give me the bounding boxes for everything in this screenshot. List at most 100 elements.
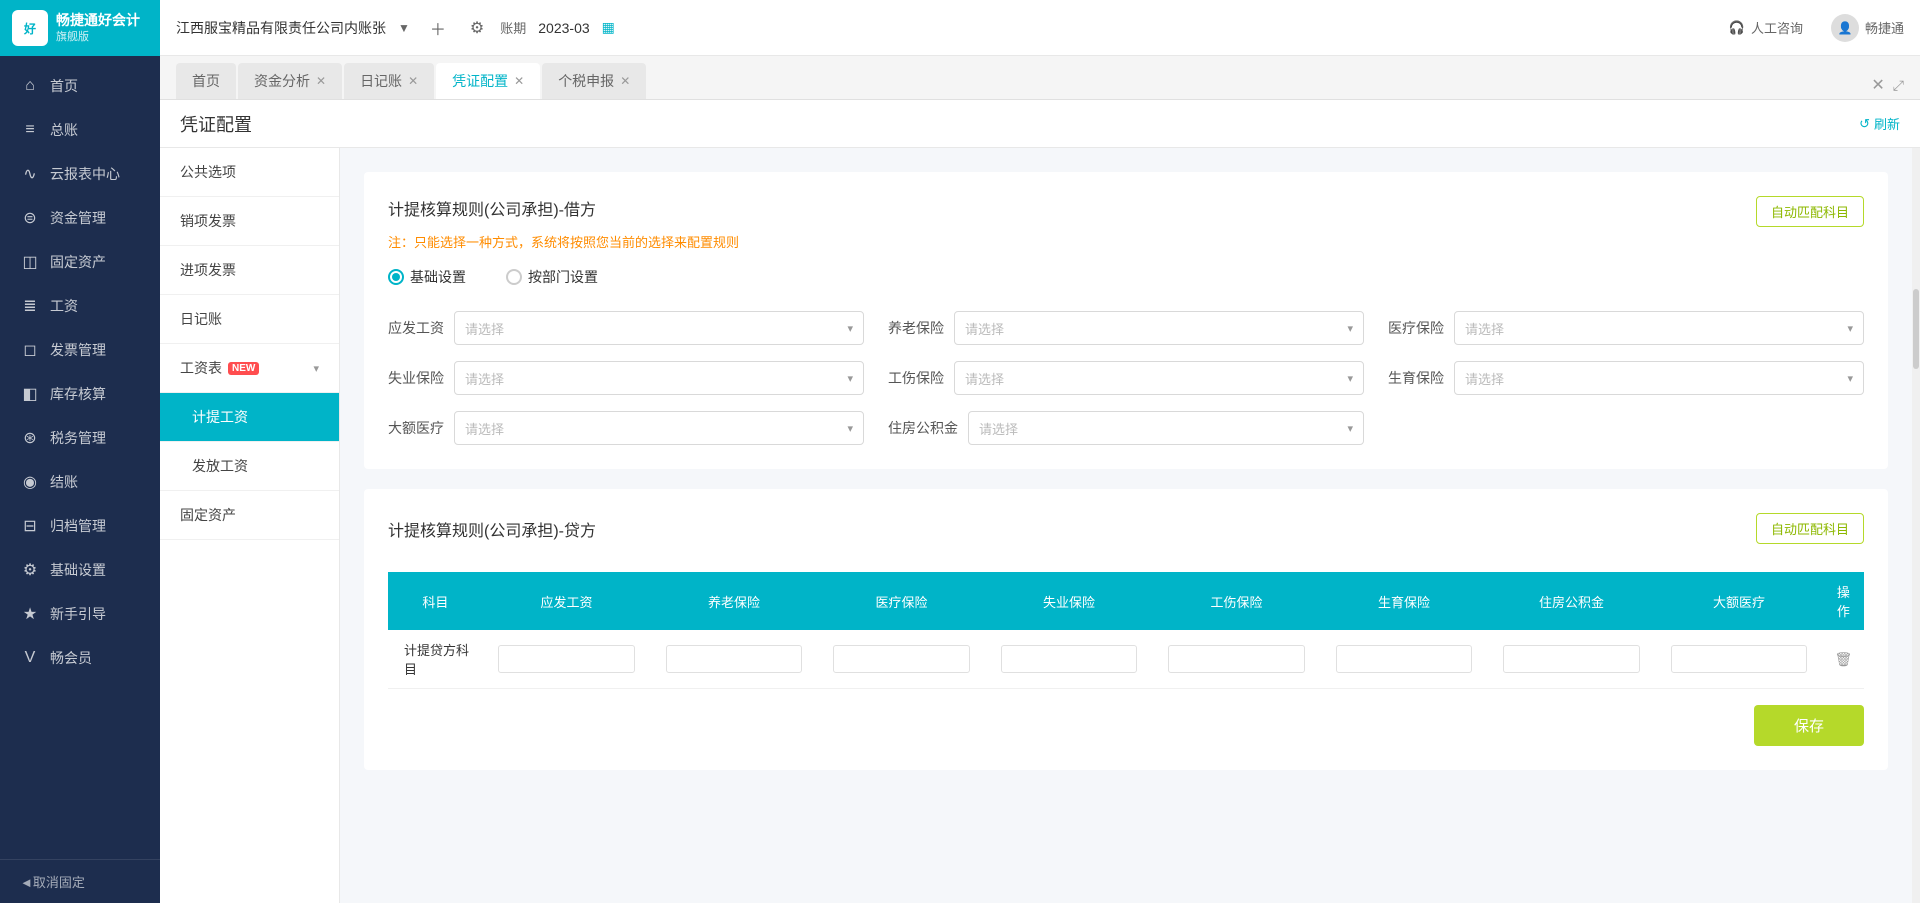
label-zfgjj: 住房公积金 xyxy=(888,418,958,438)
left-nav: 公共选项 销项发票 进项发票 日记账 工资表 NEW ▾ 计提工资 发放工资 固… xyxy=(160,148,340,903)
nav-item-purchase[interactable]: 进项发票 xyxy=(160,246,339,295)
sidebar-item-tax[interactable]: ⊛ 税务管理 xyxy=(0,416,160,460)
select-yfgz[interactable]: 请选择 ▾ xyxy=(454,311,864,345)
select-gsbx[interactable]: 请选择 ▾ xyxy=(954,361,1364,395)
select-ylbx2[interactable]: 请选择 ▾ xyxy=(1454,311,1864,345)
cell-gsbx[interactable] xyxy=(1153,630,1321,689)
tab-home[interactable]: 首页 xyxy=(176,63,236,99)
sidebar-item-settings-label: 基础设置 xyxy=(50,560,106,580)
expand-icon[interactable]: ⤢ xyxy=(1893,77,1904,94)
company-dropdown-icon[interactable]: ▼ xyxy=(398,21,410,35)
sidebar-nav: ⌂ 首页 ≡ 总账 ∿ 云报表中心 ⊜ 资金管理 ◫ 固定资产 ≣ 工资 ◻ 发… xyxy=(0,56,160,859)
nav-item-sales[interactable]: 销项发票 xyxy=(160,197,339,246)
tab-tax[interactable]: 个税申报 ✕ xyxy=(542,63,646,99)
nav-item-calc-salary[interactable]: 计提工资 xyxy=(160,393,339,442)
refresh-button[interactable]: ↺ 刷新 xyxy=(1859,114,1900,133)
auto-match-debit-button[interactable]: 自动匹配科目 xyxy=(1756,196,1864,227)
settings-gear-icon[interactable]: ⚙ xyxy=(466,14,488,42)
select-sybx[interactable]: 请选择 ▾ xyxy=(454,361,864,395)
unpin-button[interactable]: ◄取消固定 xyxy=(0,859,160,903)
nav-group-salary-label: 工资表 xyxy=(180,358,222,378)
sidebar-item-checkout[interactable]: ◉ 结账 xyxy=(0,460,160,504)
sidebar-item-assets[interactable]: ◫ 固定资产 xyxy=(0,240,160,284)
tab-voucher[interactable]: 凭证配置 ✕ xyxy=(436,63,540,99)
input-zfgjj[interactable] xyxy=(1503,645,1639,673)
sidebar-item-invoice-label: 发票管理 xyxy=(50,340,106,360)
auto-match-credit-button[interactable]: 自动匹配科目 xyxy=(1756,513,1864,544)
tab-voucher-close[interactable]: ✕ xyxy=(514,75,524,87)
select-ylbx[interactable]: 请选择 ▾ xyxy=(954,311,1364,345)
add-button[interactable]: ＋ xyxy=(422,12,454,44)
sidebar-item-salary[interactable]: ≣ 工资 xyxy=(0,284,160,328)
save-button[interactable]: 保存 xyxy=(1754,705,1864,746)
th-dely: 大额医疗 xyxy=(1655,572,1823,630)
input-gsbx[interactable] xyxy=(1168,645,1304,673)
service-label: 人工咨询 xyxy=(1751,18,1803,37)
select-yfgz-placeholder: 请选择 xyxy=(465,319,504,338)
sidebar-item-guide[interactable]: ★ 新手引导 xyxy=(0,592,160,636)
sidebar-item-home[interactable]: ⌂ 首页 xyxy=(0,64,160,108)
field-ylbx: 养老保险 请选择 ▾ xyxy=(888,311,1364,345)
nav-item-pay-salary[interactable]: 发放工资 xyxy=(160,442,339,491)
tab-journal[interactable]: 日记账 ✕ xyxy=(344,63,434,99)
label-sybx2: 生育保险 xyxy=(1388,368,1444,388)
nav-group-salary-table[interactable]: 工资表 NEW ▾ xyxy=(160,344,339,393)
input-yfgz[interactable] xyxy=(498,645,634,673)
sidebar-item-ledger-label: 总账 xyxy=(50,120,78,140)
select-zfgjj-placeholder: 请选择 xyxy=(979,419,1018,438)
calendar-icon[interactable]: ▦ xyxy=(602,19,615,36)
table-row: 计提贷方科目 🗑 xyxy=(388,630,1864,689)
sidebar-item-vip[interactable]: V 畅会员 xyxy=(0,636,160,680)
cell-zfgjj[interactable] xyxy=(1488,630,1656,689)
close-all-icon[interactable]: ✕ xyxy=(1871,75,1884,95)
scrollbar-thumb[interactable] xyxy=(1913,289,1919,369)
tab-tax-close[interactable]: ✕ xyxy=(620,75,630,87)
logo-sub: 旗舰版 xyxy=(56,28,140,44)
sidebar-item-settings[interactable]: ⚙ 基础设置 xyxy=(0,548,160,592)
input-ylbx2[interactable] xyxy=(833,645,969,673)
select-sybx2[interactable]: 请选择 ▾ xyxy=(1454,361,1864,395)
chevron-gsbx-icon: ▾ xyxy=(1347,372,1353,385)
select-zfgjj[interactable]: 请选择 ▾ xyxy=(968,411,1364,445)
sidebar-item-archive[interactable]: ⊟ 归档管理 xyxy=(0,504,160,548)
input-dely[interactable] xyxy=(1671,645,1807,673)
input-sybx2[interactable] xyxy=(1336,645,1472,673)
cell-ylbx2[interactable] xyxy=(818,630,986,689)
cell-ylbx[interactable] xyxy=(650,630,818,689)
service-button[interactable]: 🎧 人工咨询 xyxy=(1729,18,1803,37)
select-dely[interactable]: 请选择 ▾ xyxy=(454,411,864,445)
page-title: 凭证配置 xyxy=(180,111,252,137)
sidebar-item-invoice[interactable]: ◻ 发票管理 xyxy=(0,328,160,372)
vip-icon: V xyxy=(20,649,40,667)
input-ylbx[interactable] xyxy=(666,645,802,673)
scrollbar[interactable] xyxy=(1912,148,1920,903)
section-debit-title: 计提核算规则(公司承担)-借方 xyxy=(388,196,1756,220)
credit-table: 科目 应发工资 养老保险 医疗保险 失业保险 工伤保险 生育保险 住房公积金 大… xyxy=(388,572,1864,689)
tab-bar: 首页 资金分析 ✕ 日记账 ✕ 凭证配置 ✕ 个税申报 ✕ ✕ ⤢ xyxy=(160,56,1920,100)
tab-capital-close[interactable]: ✕ xyxy=(316,75,326,87)
cell-yfgz[interactable] xyxy=(483,630,651,689)
radio-dept[interactable]: 按部门设置 xyxy=(506,267,598,287)
nav-item-public[interactable]: 公共选项 xyxy=(160,148,339,197)
delete-row-icon[interactable]: 🗑 xyxy=(1835,651,1853,667)
sidebar-item-home-label: 首页 xyxy=(50,76,78,96)
sidebar-item-capital[interactable]: ⊜ 资金管理 xyxy=(0,196,160,240)
nav-item-journal[interactable]: 日记账 xyxy=(160,295,339,344)
chevron-down-icon: ▾ xyxy=(313,362,319,375)
radio-basic[interactable]: 基础设置 xyxy=(388,267,466,287)
input-sybx[interactable] xyxy=(1001,645,1137,673)
sidebar-item-capital-label: 资金管理 xyxy=(50,208,106,228)
sidebar-item-reports[interactable]: ∿ 云报表中心 xyxy=(0,152,160,196)
tab-capital[interactable]: 资金分析 ✕ xyxy=(238,63,342,99)
cell-dely[interactable] xyxy=(1655,630,1823,689)
nav-item-fixed-assets[interactable]: 固定资产 xyxy=(160,491,339,540)
tab-journal-close[interactable]: ✕ xyxy=(408,75,418,87)
cell-sybx[interactable] xyxy=(985,630,1153,689)
sidebar-item-ledger[interactable]: ≡ 总账 xyxy=(0,108,160,152)
cell-action[interactable]: 🗑 xyxy=(1823,630,1864,689)
section-credit-title: 计提核算规则(公司承担)-贷方 xyxy=(388,517,596,541)
cell-sybx2[interactable] xyxy=(1320,630,1488,689)
sidebar-item-reports-label: 云报表中心 xyxy=(50,164,120,184)
section-credit: 计提核算规则(公司承担)-贷方 自动匹配科目 科目 应发工资 养老保险 医疗保险… xyxy=(364,489,1888,770)
sidebar-item-inventory[interactable]: ◧ 库存核算 xyxy=(0,372,160,416)
